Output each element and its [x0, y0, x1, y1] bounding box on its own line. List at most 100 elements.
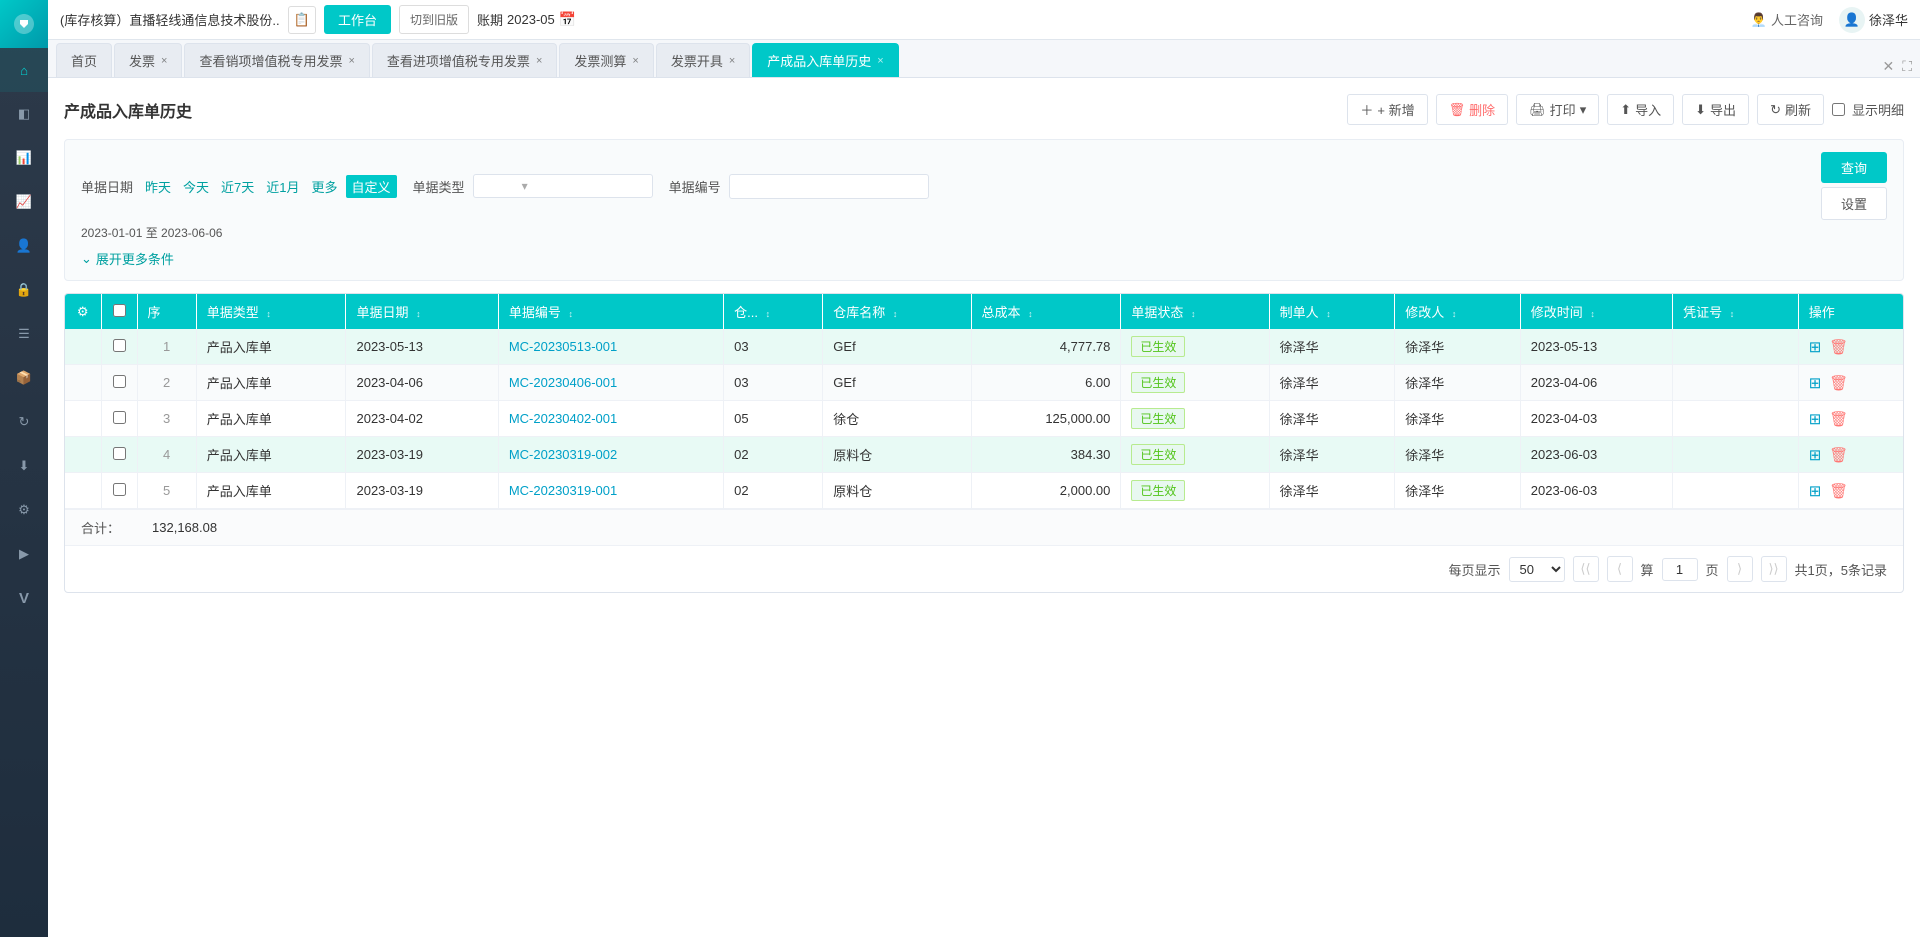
th-settings[interactable]: ⚙ — [65, 294, 101, 329]
new-button[interactable]: ＋ + 新增 — [1347, 94, 1427, 125]
expand-more-button[interactable]: ⌄ 展开更多条件 — [81, 249, 1887, 268]
th-type[interactable]: 单据类型 ↕ — [196, 294, 346, 329]
sidebar-item-play[interactable]: ▶ — [0, 532, 48, 576]
edit-icon-3[interactable]: ⊞ — [1809, 446, 1822, 464]
tab-product-history-close-icon[interactable]: × — [877, 55, 883, 67]
th-checkbox[interactable] — [101, 294, 137, 329]
sidebar-item-list[interactable]: ☰ — [0, 312, 48, 356]
sidebar-item-chart[interactable]: 📊 — [0, 136, 48, 180]
sidebar-item-settings[interactable]: ⚙ — [0, 488, 48, 532]
th-warehouse-name[interactable]: 仓库名称 ↕ — [823, 294, 971, 329]
cell-num-3[interactable]: MC-20230319-002 — [498, 437, 723, 473]
th-warehouse-code[interactable]: 仓... ↕ — [724, 294, 823, 329]
tab-purchase-vat-close-icon[interactable]: × — [536, 55, 542, 67]
tab-sales-vat-close-icon[interactable]: × — [348, 55, 354, 67]
prev-page-button[interactable]: ⟨ — [1607, 556, 1633, 582]
shortcut-yesterday[interactable]: 昨天 — [141, 175, 175, 198]
th-modifier[interactable]: 修改人 ↕ — [1395, 294, 1521, 329]
delete-row-icon-4[interactable]: 🗑 — [1829, 482, 1848, 500]
row-num-link-2[interactable]: MC-20230402-001 — [509, 411, 617, 426]
cell-num-0[interactable]: MC-20230513-001 — [498, 329, 723, 365]
row-checkbox-3[interactable] — [113, 447, 126, 460]
th-voucher[interactable]: 凭证号 ↕ — [1673, 294, 1799, 329]
th-num[interactable]: 单据编号 ↕ — [498, 294, 723, 329]
delete-row-icon-3[interactable]: 🗑 — [1829, 446, 1848, 464]
delete-row-icon-2[interactable]: 🗑 — [1829, 410, 1848, 428]
first-page-button[interactable]: ⟨⟨ — [1573, 556, 1599, 582]
edit-icon-4[interactable]: ⊞ — [1809, 482, 1822, 500]
cell-check-1[interactable] — [101, 365, 137, 401]
refresh-button[interactable]: ↻ 刷新 — [1757, 94, 1824, 125]
sidebar-item-analysis[interactable]: 📈 — [0, 180, 48, 224]
row-num-link-1[interactable]: MC-20230406-001 — [509, 375, 617, 390]
filter-type-select[interactable]: ▾ — [473, 174, 653, 198]
show-detail-checkbox[interactable]: 显示明细 — [1832, 100, 1904, 119]
export-button[interactable]: ⬇ 导出 — [1682, 94, 1749, 125]
workbench-button[interactable]: 工作台 — [324, 5, 391, 34]
tab-calc-close-icon[interactable]: × — [632, 55, 638, 67]
th-status[interactable]: 单据状态 ↕ — [1121, 294, 1269, 329]
sidebar-item-lock[interactable]: 🔒 — [0, 268, 48, 312]
th-date[interactable]: 单据日期 ↕ — [346, 294, 498, 329]
edit-icon-1[interactable]: ⊞ — [1809, 374, 1822, 392]
row-num-link-0[interactable]: MC-20230513-001 — [509, 339, 617, 354]
delete-row-icon-1[interactable]: 🗑 — [1829, 374, 1848, 392]
tab-issue-close-icon[interactable]: × — [729, 55, 735, 67]
sidebar-item-box[interactable]: 📦 — [0, 356, 48, 400]
tab-invoice[interactable]: 发票 × — [114, 43, 182, 77]
delete-button[interactable]: 🗑 删除 — [1436, 94, 1509, 125]
select-all-checkbox[interactable] — [113, 304, 126, 317]
cell-num-4[interactable]: MC-20230319-001 — [498, 473, 723, 509]
query-button[interactable]: 查询 — [1821, 152, 1887, 183]
th-total-cost[interactable]: 总成本 ↕ — [971, 294, 1121, 329]
sidebar-item-home[interactable]: ⌂ — [0, 48, 48, 92]
tab-invoice-close-icon[interactable]: × — [161, 55, 167, 67]
cell-check-4[interactable] — [101, 473, 137, 509]
per-page-select[interactable]: 20 50 100 — [1509, 557, 1565, 582]
app-logo[interactable] — [0, 0, 48, 48]
row-checkbox-4[interactable] — [113, 483, 126, 496]
edit-icon-2[interactable]: ⊞ — [1809, 410, 1822, 428]
shortcut-custom[interactable]: 自定义 — [346, 175, 397, 198]
filter-num-input[interactable] — [729, 174, 929, 199]
tab-close-all-icon[interactable]: ✕ — [1882, 58, 1894, 75]
row-checkbox-1[interactable] — [113, 375, 126, 388]
sidebar-item-person[interactable]: 👤 — [0, 224, 48, 268]
sidebar-item-doc[interactable]: ◧ — [0, 92, 48, 136]
tab-home[interactable]: 首页 — [56, 43, 112, 77]
cell-num-1[interactable]: MC-20230406-001 — [498, 365, 723, 401]
row-checkbox-0[interactable] — [113, 339, 126, 352]
row-checkbox-2[interactable] — [113, 411, 126, 424]
doc-button[interactable]: 📋 — [288, 6, 316, 34]
tab-product-history[interactable]: 产成品入库单历史 × — [752, 43, 898, 77]
show-detail-input[interactable] — [1832, 103, 1845, 116]
shortcut-more[interactable]: 更多 — [308, 175, 342, 198]
user-info[interactable]: 👤 徐泽华 — [1839, 7, 1908, 33]
last-page-button[interactable]: ⟩⟩ — [1761, 556, 1787, 582]
import-button[interactable]: ⬆ 导入 — [1607, 94, 1674, 125]
calendar-icon[interactable]: 📅 — [559, 11, 576, 28]
page-input[interactable] — [1662, 558, 1698, 581]
cell-check-0[interactable] — [101, 329, 137, 365]
cell-num-2[interactable]: MC-20230402-001 — [498, 401, 723, 437]
tab-calc[interactable]: 发票测算 × — [559, 43, 653, 77]
cell-check-2[interactable] — [101, 401, 137, 437]
history-button[interactable]: 切到旧版 — [399, 5, 469, 34]
sidebar-item-refresh[interactable]: ↻ — [0, 400, 48, 444]
filter-settings-button[interactable]: 设置 — [1821, 187, 1887, 220]
edit-icon-0[interactable]: ⊞ — [1809, 338, 1822, 356]
cell-check-3[interactable] — [101, 437, 137, 473]
print-button[interactable]: 🖨 打印 ▾ — [1516, 94, 1599, 125]
shortcut-7days[interactable]: 近7天 — [217, 175, 258, 198]
service-button[interactable]: 👨‍💼 人工咨询 — [1751, 10, 1823, 29]
tab-sales-vat[interactable]: 查看销项增值税专用发票 × — [184, 43, 369, 77]
tab-issue[interactable]: 发票开具 × — [656, 43, 750, 77]
shortcut-today[interactable]: 今天 — [179, 175, 213, 198]
sidebar-item-v[interactable]: V — [0, 576, 48, 620]
sidebar-item-download[interactable]: ⬇ — [0, 444, 48, 488]
row-num-link-4[interactable]: MC-20230319-001 — [509, 483, 617, 498]
next-page-button[interactable]: ⟩ — [1727, 556, 1753, 582]
company-selector[interactable]: (库存核算）直播轻线通信息技术股份... ▼ — [60, 10, 280, 29]
row-num-link-3[interactable]: MC-20230319-002 — [509, 447, 617, 462]
th-modify-time[interactable]: 修改时间 ↕ — [1520, 294, 1672, 329]
